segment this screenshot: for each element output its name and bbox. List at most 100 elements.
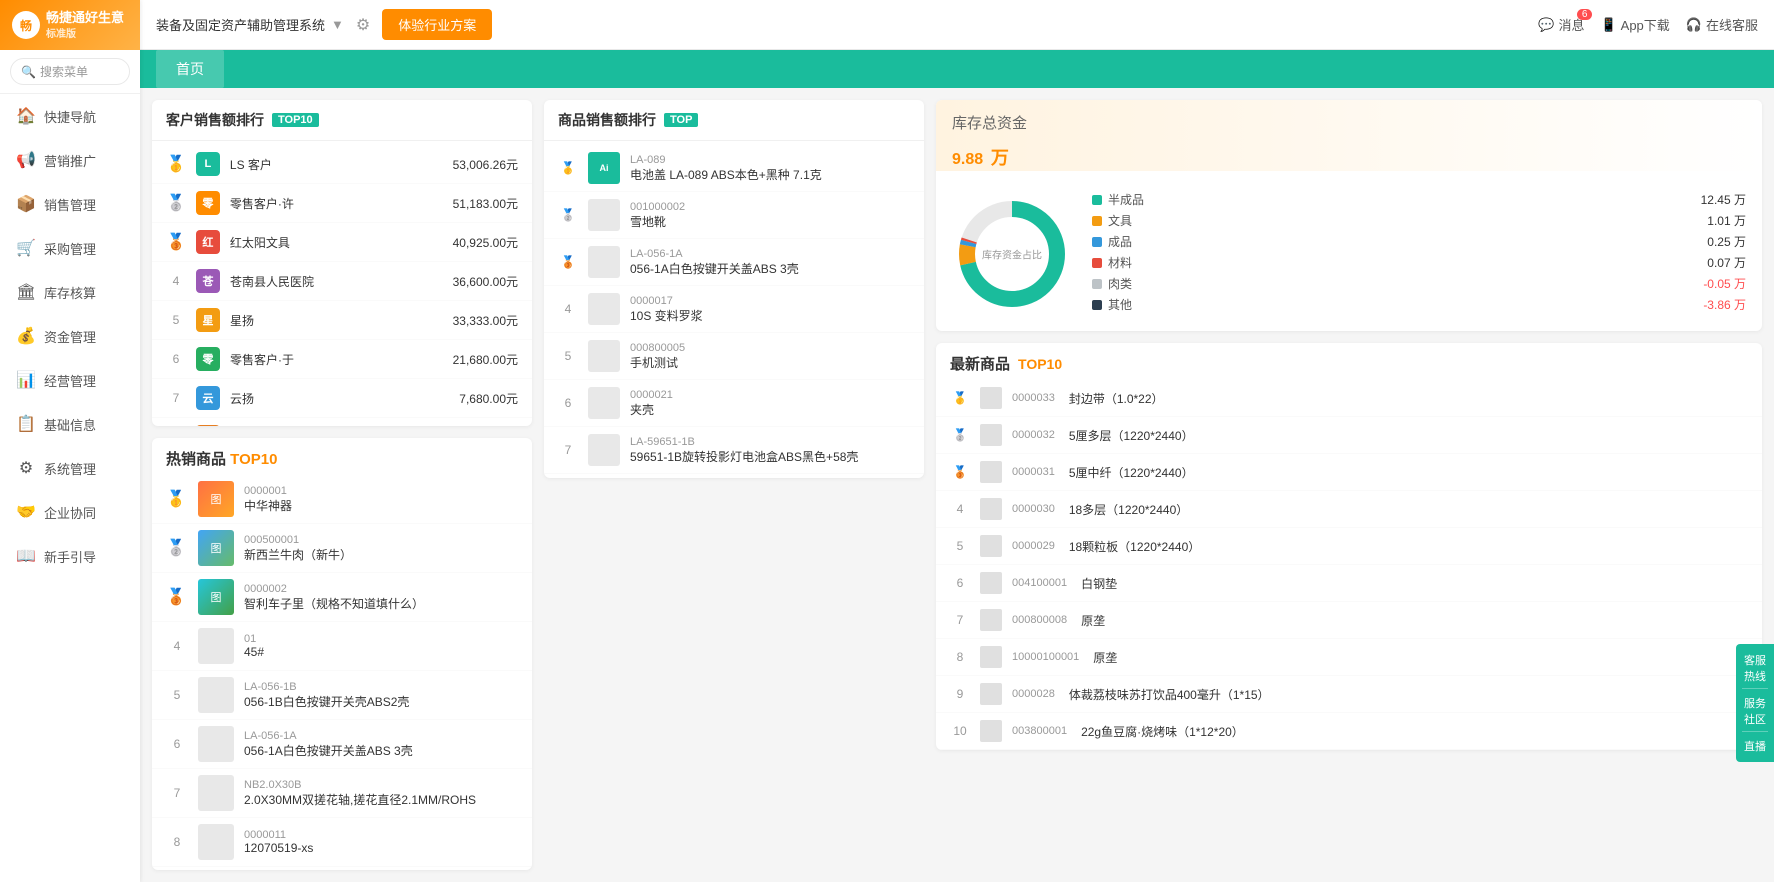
sidebar-item-label: 企业协同	[44, 503, 96, 522]
logo-icon: 畅	[12, 11, 40, 39]
legend-item: 材料 0.07 万	[1092, 254, 1746, 271]
search-menu-label: 搜索菜单	[40, 63, 88, 80]
product-code: 0000002	[244, 583, 518, 595]
legend-value: 0.07 万	[1707, 254, 1746, 271]
product-code: 0000017	[630, 295, 910, 307]
product-name: 新西兰牛肉（新牛）	[244, 546, 518, 563]
tab-home-label: 首页	[176, 59, 204, 79]
product-thumbnail: 图	[198, 579, 234, 615]
sidebar: 畅 畅捷通好生意 标准版 🔍 搜索菜单 🏠 快捷导航 📢 营销推广 📦 销售管理…	[0, 0, 140, 882]
phone-icon: 📱	[1600, 17, 1616, 33]
rank-number: 8	[166, 835, 188, 849]
product-img	[980, 572, 1002, 594]
cs-live-label: 直播	[1744, 738, 1766, 754]
customer-name: 云扬	[230, 390, 449, 407]
sidebar-item-sales[interactable]: 📦 销售管理	[0, 182, 140, 226]
inventory-top: 库存总资金 9.88 万	[936, 100, 1762, 171]
topbar: 装备及固定资产辅助管理系统 ▼ ⚙ 体验行业方案 💬 消息 6 📱 App下载 …	[140, 0, 1774, 50]
product-code: 01	[244, 633, 518, 645]
system-name: 装备及固定资产辅助管理系统	[156, 15, 325, 34]
newest-product-item: 5 0000029 18颗粒板（1220*2440）	[936, 528, 1762, 565]
sidebar-item-guide[interactable]: 📖 新手引导	[0, 534, 140, 578]
legend-name: 半成品	[1108, 191, 1695, 208]
product-details: 0000001 中华神器	[244, 485, 518, 514]
headset-icon: 🎧	[1686, 17, 1702, 33]
customer-ranking-card: 客户销售额排行 TOP10 🥇 L LS 客户 53,006.26元 🥈 零 零…	[152, 100, 532, 426]
messages-button[interactable]: 💬 消息 6	[1538, 15, 1584, 34]
sidebar-search-area: 🔍 搜索菜单	[0, 50, 140, 94]
product-name: 5厘中纤（1220*2440）	[1069, 464, 1748, 481]
avatar: 零	[196, 191, 220, 215]
rank-number: 5	[166, 688, 188, 702]
tab-home[interactable]: 首页	[156, 50, 224, 88]
legend-color	[1092, 237, 1102, 247]
product-ranking-body: 🥇 Ai LA-089 电池盖 LA-089 ABS本色+黑种 7.1克 🥈 0…	[544, 141, 924, 478]
customer-value: 36,600.00元	[453, 273, 518, 290]
avatar: 红	[196, 230, 220, 254]
sidebar-item-operations[interactable]: 📊 经营管理	[0, 358, 140, 402]
online-service-button[interactable]: 🎧 在线客服	[1686, 15, 1758, 34]
hot-product-item: 8 0000011 12070519-xs	[152, 818, 532, 867]
sidebar-item-system[interactable]: ⚙ 系统管理	[0, 446, 140, 490]
trial-button[interactable]: 体验行业方案	[382, 9, 492, 40]
settings-icon[interactable]: ⚙	[356, 15, 370, 35]
rank-number: 7	[166, 391, 186, 405]
rank-number: 6	[558, 396, 578, 410]
sidebar-item-label: 资金管理	[44, 327, 96, 346]
rank-item: 6 零 零售客户·于 21,680.00元	[152, 340, 532, 379]
customer-value: 40,925.00元	[453, 234, 518, 251]
product-thumbnail	[198, 628, 234, 664]
cs-hotline-button[interactable]: 客服 热线	[1742, 648, 1768, 689]
legend-value: 0.25 万	[1707, 233, 1746, 250]
cs-live-button[interactable]: 直播	[1742, 734, 1768, 758]
legend-item: 成品 0.25 万	[1092, 233, 1746, 250]
sidebar-item-marketing[interactable]: 📢 营销推广	[0, 138, 140, 182]
product-details: LA-056-1B 056-1B白色按键开关壳ABS2壳	[244, 681, 518, 710]
rank-number: 7	[950, 613, 970, 627]
sidebar-item-quick-nav[interactable]: 🏠 快捷导航	[0, 94, 140, 138]
inventory-value: 9.88 万	[952, 139, 1746, 171]
sidebar-item-enterprise[interactable]: 🤝 企业协同	[0, 490, 140, 534]
product-code: 000500001	[244, 534, 518, 546]
sidebar-item-label: 销售管理	[44, 195, 96, 214]
product-img: Ai	[588, 152, 620, 184]
dropdown-icon[interactable]: ▼	[331, 17, 344, 32]
hot-product-item: 9 KK-SD22110H 花语萌恒温分腿睡袋（厚款）	[152, 867, 532, 870]
rank-number: 4	[166, 639, 188, 653]
chart-label: 库存资金占比	[982, 247, 1042, 262]
bronze-medal-icon: 🥉	[166, 232, 186, 252]
system-selector[interactable]: 装备及固定资产辅助管理系统 ▼	[156, 15, 344, 34]
product-img	[980, 720, 1002, 742]
sidebar-item-basic-info[interactable]: 📋 基础信息	[0, 402, 140, 446]
rank-number: 4	[950, 502, 970, 516]
rank-number: 5	[950, 539, 970, 553]
product-ranking-header: 商品销售额排行 TOP	[544, 100, 924, 141]
product-code: LA-056-1B	[244, 681, 518, 693]
silver-medal-icon: 🥈	[166, 538, 188, 558]
product-name: 中华神器	[244, 497, 518, 514]
online-service-label: 在线客服	[1706, 15, 1758, 34]
inventory-icon: 🏛	[16, 282, 36, 302]
main-area: 装备及固定资产辅助管理系统 ▼ ⚙ 体验行业方案 💬 消息 6 📱 App下载 …	[140, 0, 1774, 882]
search-menu-button[interactable]: 🔍 搜索菜单	[10, 58, 130, 85]
cs-community-button[interactable]: 服务 社区	[1742, 691, 1768, 732]
product-code: LA-59651-1B	[630, 436, 910, 448]
sidebar-item-inventory[interactable]: 🏛 库存核算	[0, 270, 140, 314]
product-name: 056-1B白色按键开关壳ABS2壳	[244, 693, 518, 710]
customer-ranking-header: 客户销售额排行 TOP10	[152, 100, 532, 141]
legend-name: 材料	[1108, 254, 1701, 271]
customer-value: 7,680.00元	[459, 390, 518, 407]
message-badge: 6	[1577, 9, 1593, 20]
customer-name: 星扬	[230, 312, 443, 329]
legend-value: -3.86 万	[1703, 296, 1746, 313]
sidebar-item-finance[interactable]: 💰 资金管理	[0, 314, 140, 358]
inventory-chart: 库存资金占比 半成品 12.45 万	[952, 191, 1746, 317]
sidebar-item-purchase[interactable]: 🛒 采购管理	[0, 226, 140, 270]
app-download-button[interactable]: 📱 App下载	[1600, 15, 1669, 34]
rank-number: 4	[558, 302, 578, 316]
customer-name: 苍南县人民医院	[230, 273, 443, 290]
product-name: 体裁荔枝味苏打饮品400毫升（1*15）	[1069, 686, 1748, 703]
product-details: 000500001 新西兰牛肉（新牛）	[244, 534, 518, 563]
product-name: 白钢垫	[1081, 575, 1748, 592]
product-img	[588, 434, 620, 466]
